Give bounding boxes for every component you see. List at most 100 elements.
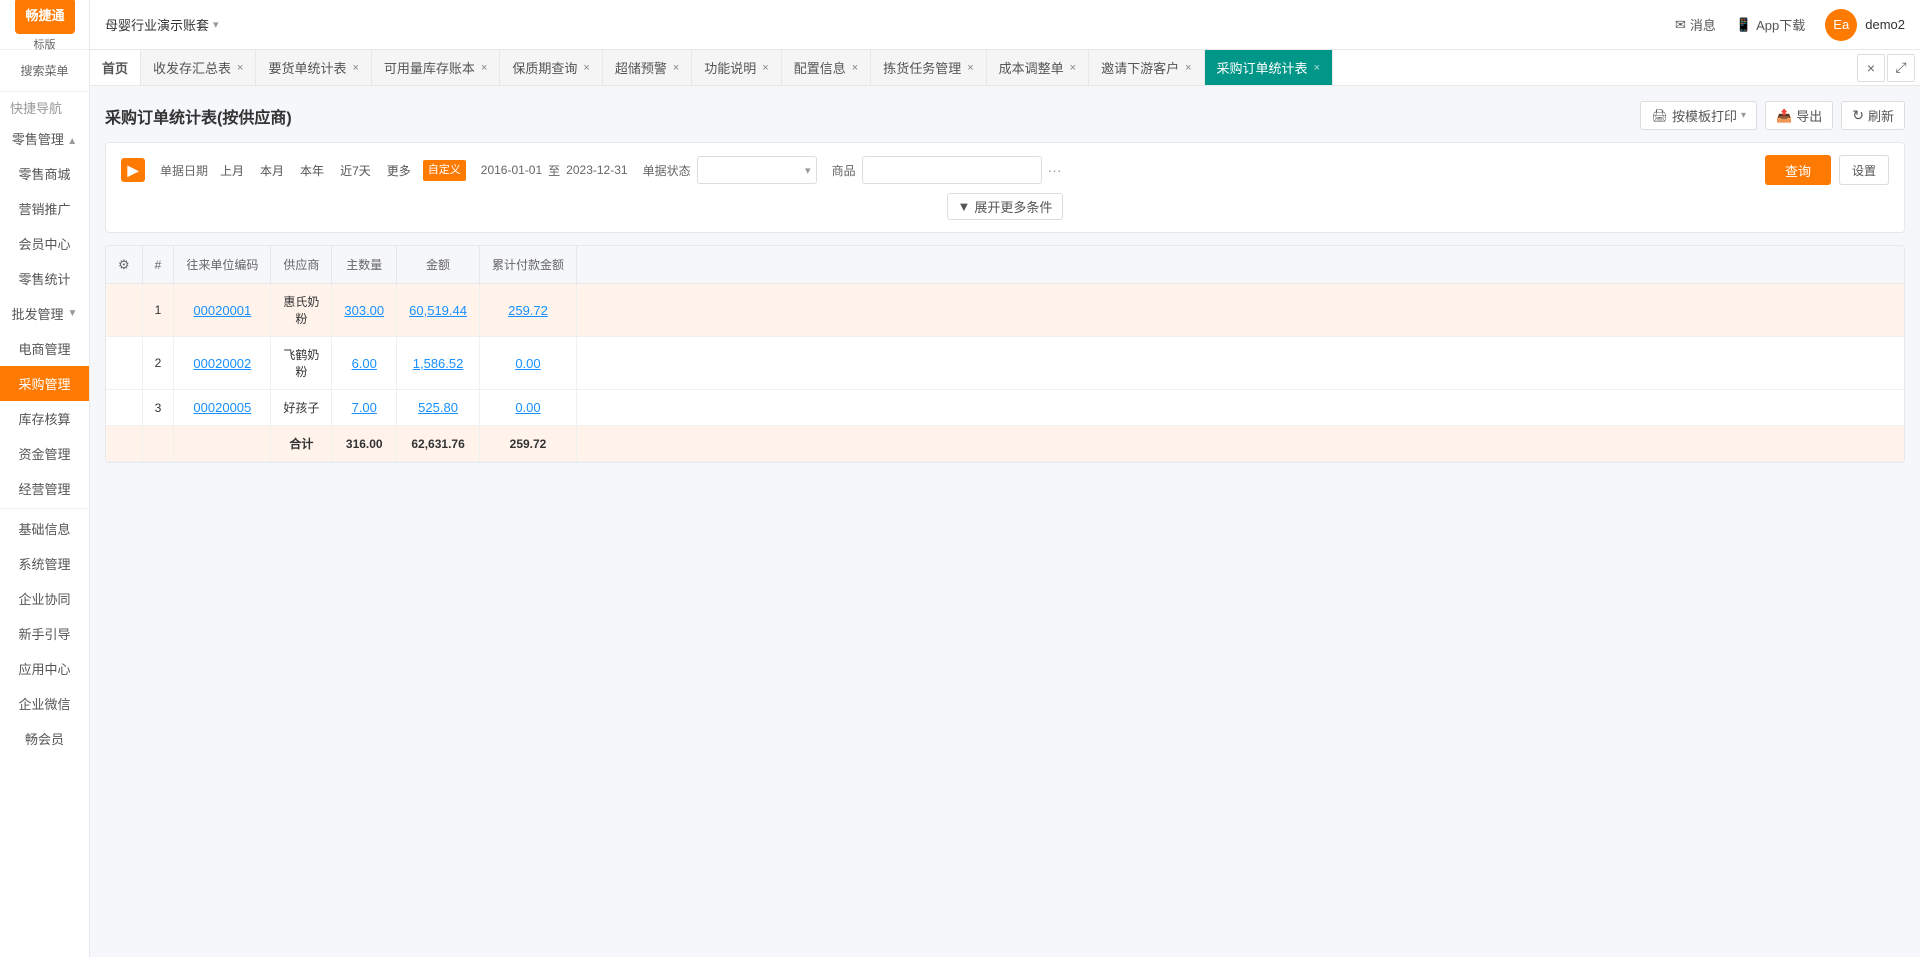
row3-index: 3 xyxy=(142,390,174,426)
sidebar-item-new-guide[interactable]: 新手引导 xyxy=(0,616,89,651)
quick-nav[interactable]: 快捷导航 xyxy=(0,92,89,121)
sidebar-search[interactable]: 搜索菜单 xyxy=(0,50,89,92)
tab-invite-downstream-close-icon[interactable]: × xyxy=(1185,62,1191,74)
goods-input[interactable] xyxy=(862,156,1042,184)
message-btn[interactable]: ✉ 消息 xyxy=(1675,15,1716,34)
filter-row-1: ▶ 单据日期 上月 本月 本年 近7天 更多 自定义 2016- xyxy=(121,155,1889,185)
tab-receive-summary[interactable]: 收发存汇总表 × xyxy=(141,50,256,86)
page: 采购订单统计表(按供应商) 🖨 按模板打印 ▾ 📤 导出 ↻ 刷新 xyxy=(90,86,1920,478)
tab-purchase-summary-label: 采购订单统计表 xyxy=(1217,58,1308,77)
row1-paid-link[interactable]: 259.72 xyxy=(508,303,548,318)
export-btn[interactable]: 📤 导出 xyxy=(1765,101,1833,130)
shortcut-7days[interactable]: 近7天 xyxy=(334,160,377,181)
tab-available-stock[interactable]: 可用量库存账本 × xyxy=(372,50,500,86)
sidebar-item-retail-management[interactable]: 零售管理 ▲ xyxy=(0,121,89,156)
sidebar-item-wholesale[interactable]: 批发管理 ▼ xyxy=(0,296,89,331)
shortcut-last-month[interactable]: 上月 xyxy=(214,160,250,181)
tab-shelf-life[interactable]: 保质期查询 × xyxy=(500,50,602,86)
divider1 xyxy=(0,508,89,509)
refresh-btn[interactable]: ↻ 刷新 xyxy=(1841,101,1905,130)
search-menu-btn[interactable]: 搜索菜单 xyxy=(5,58,84,83)
tab-home[interactable]: 首页 xyxy=(90,50,141,86)
row2-code-link[interactable]: 00020002 xyxy=(193,356,251,371)
sidebar-item-purchase[interactable]: 采购管理 xyxy=(0,366,89,401)
sidebar-item-retail-store[interactable]: 零售商城 xyxy=(0,156,89,191)
filter-toggle-btn[interactable]: ▶ xyxy=(121,158,145,182)
row3-paid: 0.00 xyxy=(479,390,576,426)
app-download-btn[interactable]: 📱 App下载 xyxy=(1736,15,1805,34)
sidebar-item-member-center[interactable]: 会员中心 xyxy=(0,226,89,261)
table-container: ⚙ # 往来单位编码 供应商 主数量 金额 累计付款金额 xyxy=(105,245,1905,463)
sidebar-item-stock-check[interactable]: 库存核算 xyxy=(0,401,89,436)
sidebar-item-app-center[interactable]: 应用中心 xyxy=(0,651,89,686)
tab-function-desc-close-icon[interactable]: × xyxy=(762,62,768,74)
shortcut-this-year[interactable]: 本年 xyxy=(294,160,330,181)
status-select[interactable] xyxy=(697,156,817,184)
print-btn[interactable]: 🖨 按模板打印 ▾ xyxy=(1640,101,1757,130)
goods-more-icon[interactable]: ··· xyxy=(1048,162,1062,178)
row2-qty-link[interactable]: 6.00 xyxy=(352,356,377,371)
export-label: 导出 xyxy=(1796,106,1822,125)
th-index: # xyxy=(142,246,174,284)
shortcut-this-month[interactable]: 本月 xyxy=(254,160,290,181)
filter-panel: ▶ 单据日期 上月 本月 本年 近7天 更多 自定义 2016- xyxy=(105,142,1905,233)
filter-settings-btn[interactable]: 设置 xyxy=(1839,155,1889,185)
row1-quantity: 303.00 xyxy=(332,284,397,337)
sidebar-item-enterprise-collab[interactable]: 企业协同 xyxy=(0,581,89,616)
sidebar-item-marketing[interactable]: 营销推广 xyxy=(0,191,89,226)
tab-function-desc[interactable]: 功能说明 × xyxy=(692,50,781,86)
account-name: 母婴行业演示账套 xyxy=(105,15,209,34)
row3-qty-link[interactable]: 7.00 xyxy=(352,400,377,415)
row3-paid-link[interactable]: 0.00 xyxy=(515,400,540,415)
page-header: 采购订单统计表(按供应商) 🖨 按模板打印 ▾ 📤 导出 ↻ 刷新 xyxy=(105,101,1905,130)
sidebar-item-operations[interactable]: 经营管理 xyxy=(0,471,89,506)
user-area[interactable]: Ea demo2 xyxy=(1825,9,1905,41)
sidebar-item-funds[interactable]: 资金管理 xyxy=(0,436,89,471)
sidebar-item-ecommerce[interactable]: 电商管理 xyxy=(0,331,89,366)
th-settings[interactable]: ⚙ xyxy=(106,246,142,284)
row3-code-link[interactable]: 00020005 xyxy=(193,400,251,415)
row1-amount-link[interactable]: 60,519.44 xyxy=(409,303,467,318)
sidebar-item-retail-stats[interactable]: 零售统计 xyxy=(0,261,89,296)
sidebar-item-member[interactable]: 畅会员 xyxy=(0,721,89,756)
row2-amount-link[interactable]: 1,586.52 xyxy=(413,356,464,371)
tab-pick-task[interactable]: 拣货任务管理 × xyxy=(871,50,986,86)
sidebar-item-system[interactable]: 系统管理 xyxy=(0,546,89,581)
tab-cost-adjust[interactable]: 成本调整单 × xyxy=(987,50,1089,86)
shortcut-more[interactable]: 更多 xyxy=(381,160,417,181)
search-btn[interactable]: 查询 xyxy=(1765,155,1831,185)
tab-pick-task-close-icon[interactable]: × xyxy=(967,62,973,74)
tab-over-stock-close-icon[interactable]: × xyxy=(673,62,679,74)
tab-invite-downstream[interactable]: 邀请下游客户 × xyxy=(1089,50,1204,86)
tab-order-summary[interactable]: 要货单统计表 × xyxy=(256,50,371,86)
message-icon: ✉ xyxy=(1675,17,1686,33)
row1-code-link[interactable]: 00020001 xyxy=(193,303,251,318)
tab-restore-btn[interactable]: ⤢ xyxy=(1887,54,1915,82)
account-dropdown[interactable]: 母婴行业演示账套 ▾ xyxy=(105,15,219,34)
row2-paid-link[interactable]: 0.00 xyxy=(515,356,540,371)
row1-qty-link[interactable]: 303.00 xyxy=(344,303,384,318)
date-range-group: 2016-01-01 至 2023-12-31 xyxy=(481,162,628,179)
goods-label: 商品 xyxy=(832,162,856,179)
tab-close-all-btn[interactable]: × xyxy=(1857,54,1885,82)
sidebar-item-enterprise-wechat[interactable]: 企业微信 xyxy=(0,686,89,721)
tab-shelf-life-close-icon[interactable]: × xyxy=(583,62,589,74)
tab-purchase-summary[interactable]: 采购订单统计表 × xyxy=(1205,50,1333,86)
topbar-right: ✉ 消息 📱 App下载 Ea demo2 xyxy=(1675,9,1905,41)
tab-cost-adjust-close-icon[interactable]: × xyxy=(1070,62,1076,74)
tab-order-summary-close-icon[interactable]: × xyxy=(352,62,358,74)
tab-available-stock-close-icon[interactable]: × xyxy=(481,62,487,74)
row3-quantity: 7.00 xyxy=(332,390,397,426)
tab-purchase-summary-close-icon[interactable]: × xyxy=(1314,62,1320,74)
sidebar-item-basic-info[interactable]: 基础信息 xyxy=(0,511,89,546)
main-area: 母婴行业演示账套 ▾ ✉ 消息 📱 App下载 Ea demo2 首页 xyxy=(90,0,1920,957)
row3-amount-link[interactable]: 525.80 xyxy=(418,400,458,415)
tab-config-info-close-icon[interactable]: × xyxy=(852,62,858,74)
footer-quantity: 316.00 xyxy=(332,426,397,462)
tab-over-stock[interactable]: 超储预警 × xyxy=(603,50,692,86)
tab-receive-summary-close-icon[interactable]: × xyxy=(237,62,243,74)
row2-code: 00020002 xyxy=(174,337,271,390)
tab-config-info[interactable]: 配置信息 × xyxy=(782,50,871,86)
expand-more-btn[interactable]: ▼ 展开更多条件 xyxy=(947,193,1064,220)
page-actions: 🖨 按模板打印 ▾ 📤 导出 ↻ 刷新 xyxy=(1640,101,1905,130)
